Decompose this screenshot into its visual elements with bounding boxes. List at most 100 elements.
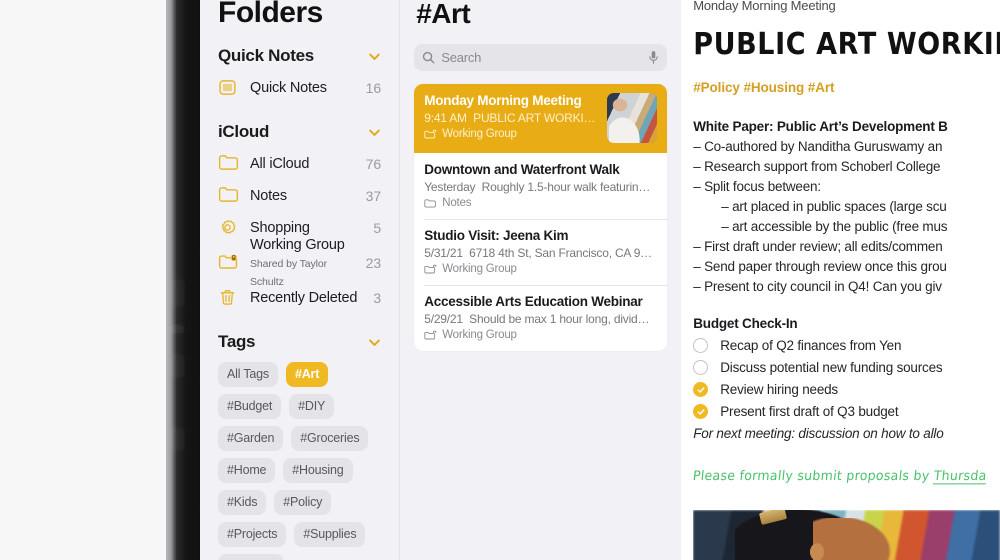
note-item-date: 5/29/21 xyxy=(424,312,463,326)
folders-sidebar: Folders Quick Notes Quick Notes 16 iClou… xyxy=(200,0,400,560)
sidebar-item-all-icloud[interactable]: All iCloud 76 xyxy=(214,148,385,180)
sidebar-item-count: 23 xyxy=(365,255,382,271)
note-item-body: Monday Morning Meeting 9:41 AM PUBLIC ART… xyxy=(424,93,599,140)
note-bullet-item: – Co-authored by Nanditha Guruswamy an xyxy=(693,139,943,154)
microphone-icon[interactable] xyxy=(648,50,659,65)
note-detail-title[interactable]: PUBLIC ART WORKING G xyxy=(693,27,1000,62)
tag-chip[interactable]: All Tags xyxy=(218,362,278,387)
tag-chip[interactable]: #Wishlist xyxy=(218,554,285,560)
checkbox-unchecked[interactable] xyxy=(693,338,709,353)
note-italic-note: For next meeting: discussion on how to a… xyxy=(693,426,944,441)
note-detail-tags[interactable]: #Policy #Housing #Art xyxy=(693,80,1000,95)
note-item-preview: Should be max 1 hour long, divid… xyxy=(469,312,650,326)
sidebar-item-count: 5 xyxy=(373,220,382,236)
note-item-folder: Working Group xyxy=(424,263,657,275)
sidebar-item-notes[interactable]: Notes 37 xyxy=(214,180,385,212)
device-button-power[interactable] xyxy=(170,428,184,450)
tag-chip[interactable]: #Kids xyxy=(218,490,267,515)
note-bullet-item: – art accessible by the public (free mus xyxy=(721,219,948,234)
search-input[interactable]: Search xyxy=(414,44,668,71)
note-item-snippet: 5/29/21 Should be max 1 hour long, divid… xyxy=(424,312,657,326)
gear-icon xyxy=(218,218,240,238)
note-item-title: Monday Morning Meeting xyxy=(424,93,582,108)
tag-chip[interactable]: #DIY xyxy=(289,394,335,419)
note-item-preview: Roughly 1.5-hour walk featurin… xyxy=(481,180,651,194)
quick-note-icon xyxy=(218,78,240,98)
checklist-item-label: Recap of Q2 finances from Yen xyxy=(720,338,902,353)
note-list-item[interactable]: Accessible Arts Education Webinar 5/29/21… xyxy=(414,285,668,351)
note-list-column: #Art Search Monday Morning Meeting 9:41 A… xyxy=(399,0,682,560)
note-item-folder: Notes xyxy=(424,197,657,209)
section-header-quick-notes[interactable]: Quick Notes xyxy=(214,46,385,66)
note-list-item[interactable]: Monday Morning Meeting 9:41 AM PUBLIC ART… xyxy=(414,84,668,153)
handwriting-underlined-text: Thursda xyxy=(933,467,988,484)
device-button-volume-down[interactable] xyxy=(170,355,184,377)
note-item-snippet: Yesterday Roughly 1.5-hour walk featurin… xyxy=(424,180,657,194)
note-bullet-item: – First draft under review; all edits/co… xyxy=(693,239,943,254)
section-header-tags[interactable]: Tags xyxy=(214,332,385,352)
photo-subject xyxy=(735,510,935,560)
checklist-item[interactable]: Review hiring needs xyxy=(693,382,1000,397)
chevron-down-icon[interactable] xyxy=(368,126,381,139)
note-handwritten-annotation: Please formally submit proposals by Thur… xyxy=(692,468,1000,484)
tag-chip[interactable]: #Supplies xyxy=(294,522,366,547)
note-item-folder-label: Notes xyxy=(442,197,472,209)
note-item-date: Yesterday xyxy=(424,180,476,194)
note-bullet-item: – Present to city council in Q4! Can you… xyxy=(693,279,942,294)
tag-chip[interactable]: #Garden xyxy=(218,426,284,451)
note-list-item[interactable]: Studio Visit: Jeena Kim 5/31/21 6718 4th … xyxy=(414,219,668,285)
note-item-body: Accessible Arts Education Webinar 5/29/21… xyxy=(424,294,657,341)
checklist-item[interactable]: Discuss potential new funding sources xyxy=(693,360,1000,375)
folder-icon xyxy=(218,186,240,206)
chevron-down-icon[interactable] xyxy=(368,50,381,63)
device-microphone xyxy=(170,325,184,333)
tag-chip[interactable]: #Policy xyxy=(274,490,332,515)
note-list-item[interactable]: Downtown and Waterfront Walk Yesterday Ro… xyxy=(414,153,667,219)
thumbnail-layer-figure xyxy=(609,113,644,143)
device-button-volume-up[interactable] xyxy=(170,280,184,306)
tag-chip[interactable]: #Projects xyxy=(218,522,287,547)
tag-chip[interactable]: #Art xyxy=(285,362,329,387)
tag-chip[interactable]: #Home xyxy=(218,458,276,483)
section-header-icloud[interactable]: iCloud xyxy=(214,122,385,142)
sidebar-item-working-group[interactable]: Working Group Shared by Taylor Schultz 2… xyxy=(214,237,385,288)
note-item-title: Accessible Arts Education Webinar xyxy=(424,294,643,309)
section-label: Quick Notes xyxy=(218,46,314,65)
chevron-down-icon[interactable] xyxy=(368,336,381,349)
note-bullet-list: – Co-authored by Nanditha Guruswamy an – … xyxy=(693,139,1000,294)
sidebar-item-label: All iCloud xyxy=(250,156,310,172)
sidebar-item-count: 16 xyxy=(365,80,382,96)
folder-icon xyxy=(218,154,240,174)
note-bullet-item: – Send paper through review once this gr… xyxy=(693,259,947,274)
thumbnail-layer-face xyxy=(611,97,630,113)
checkbox-checked[interactable] xyxy=(693,382,709,397)
note-item-title: Studio Visit: Jeena Kim xyxy=(424,228,569,243)
folder-icon xyxy=(424,198,437,209)
note-item-thumbnail xyxy=(607,93,658,143)
checklist-item[interactable]: Recap of Q2 finances from Yen xyxy=(693,338,1000,353)
note-item-folder-label: Working Group xyxy=(442,128,517,140)
app-window: Folders Quick Notes Quick Notes 16 iClou… xyxy=(200,0,1000,560)
tag-chip[interactable]: #Groceries xyxy=(291,426,369,451)
tag-chip[interactable]: #Housing xyxy=(283,458,353,483)
handwriting-text: Please formally submit proposals by xyxy=(692,467,935,484)
checklist-item-label: Review hiring needs xyxy=(720,382,838,397)
note-attachment-photo[interactable] xyxy=(693,510,1000,560)
note-bullet-item: – art placed in public spaces (large scu xyxy=(721,199,947,214)
checkbox-unchecked[interactable] xyxy=(693,360,709,375)
checkbox-checked[interactable] xyxy=(693,404,709,419)
note-detail-meta: Monday Morning Meeting xyxy=(693,0,836,13)
photo-ear xyxy=(809,542,826,560)
tag-chip[interactable]: #Budget xyxy=(218,394,282,419)
checklist-item-label: Present first draft of Q3 budget xyxy=(720,404,899,419)
checklist-item-label: Discuss potential new funding sources xyxy=(720,360,943,375)
section-label: iCloud xyxy=(218,122,270,141)
section-label: Tags xyxy=(218,332,256,351)
note-item-preview: PUBLIC ART WORKIN… xyxy=(473,111,600,125)
checklist-item[interactable]: Present first draft of Q3 budget xyxy=(693,404,1000,419)
page-title: Folders xyxy=(218,0,323,29)
sidebar-item-label: Working Group xyxy=(250,237,345,253)
sidebar-item-quick-notes[interactable]: Quick Notes 16 xyxy=(214,72,385,104)
note-item-body: Studio Visit: Jeena Kim 5/31/21 6718 4th … xyxy=(424,228,657,275)
note-item-folder-label: Working Group xyxy=(442,263,517,275)
